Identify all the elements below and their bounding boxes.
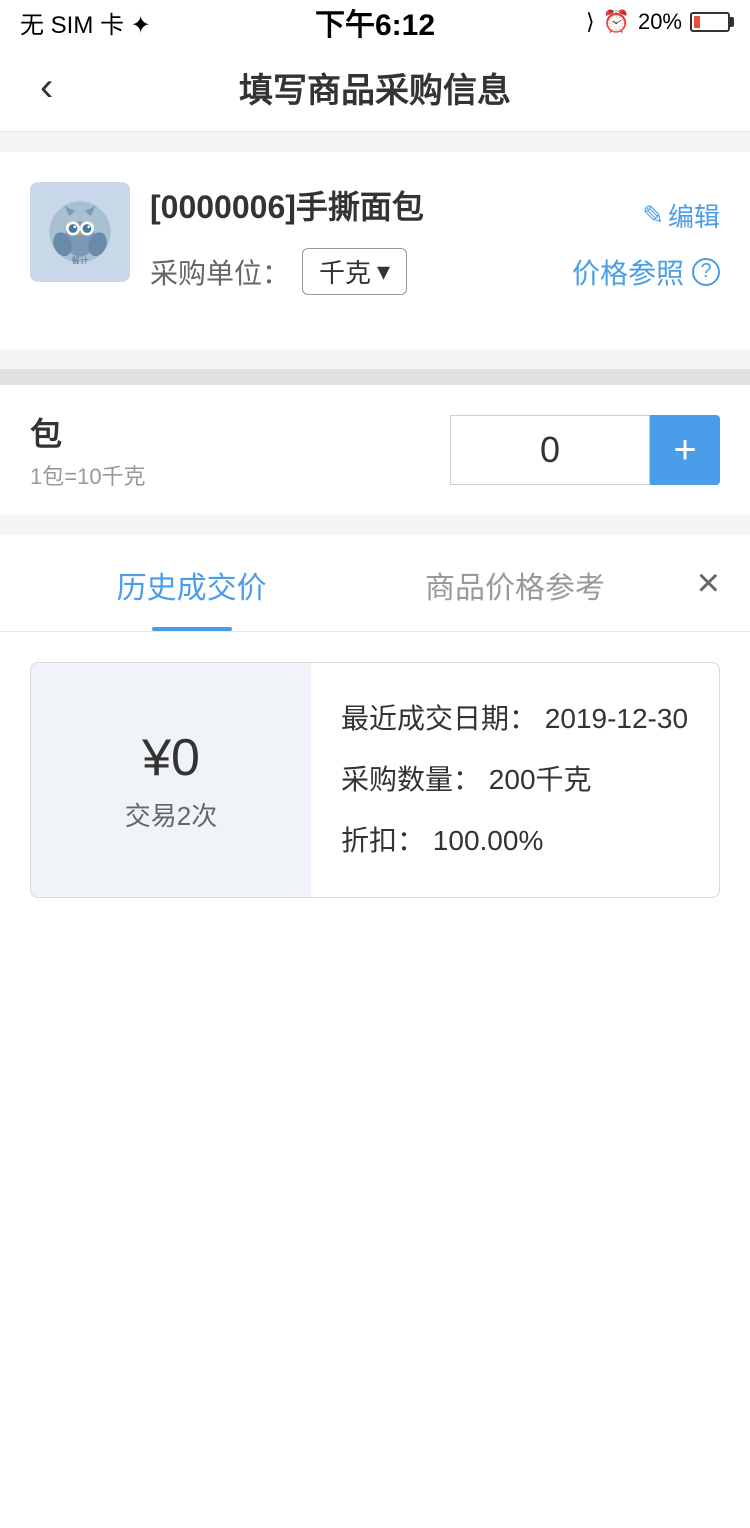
chevron-down-icon: ▾ xyxy=(377,256,390,287)
battery-percent: 20% xyxy=(638,9,682,35)
product-name-row: [0000006]手撕面包 ✎ 编辑 xyxy=(150,182,720,248)
price-right: 最近成交日期： 2019-12-30 采购数量： 200千克 折扣： 100.0… xyxy=(311,663,719,897)
product-image: 餐计 xyxy=(30,182,130,282)
divider-bar xyxy=(0,369,750,385)
product-logo: 餐计 xyxy=(45,197,115,267)
product-name: [0000006]手撕面包 xyxy=(150,182,424,228)
discount-label: 折扣： xyxy=(341,825,425,856)
empty-space xyxy=(0,928,750,1528)
unit-label: 包 xyxy=(30,409,146,455)
price-ref-label: 价格参照 xyxy=(572,252,684,292)
product-header: 餐计 [0000006]手撕面包 ✎ 编辑 采购单位： 千克 ▾ xyxy=(30,182,720,295)
page-title: 填写商品采购信息 xyxy=(239,63,511,112)
sim-status: 无 SIM 卡 ✦ xyxy=(20,5,151,40)
tab-close-button[interactable]: × xyxy=(677,551,720,616)
product-card: 餐计 [0000006]手撕面包 ✎ 编辑 采购单位： 千克 ▾ xyxy=(0,152,750,349)
quantity-detail-value: 200千克 xyxy=(489,764,592,795)
unit-value: 千克 xyxy=(319,253,371,290)
product-info: [0000006]手撕面包 ✎ 编辑 采购单位： 千克 ▾ 价格参照 ? xyxy=(150,182,720,295)
bottom-section: 历史成交价 商品价格参考 × ¥0 交易2次 最近成交日期： 2019-12-3… xyxy=(0,535,750,1528)
edit-icon: ✎ xyxy=(642,200,664,231)
unit-convert: 1包=10千克 xyxy=(30,459,146,491)
price-card: ¥0 交易2次 最近成交日期： 2019-12-30 采购数量： 200千克 折… xyxy=(30,662,720,898)
svg-text:餐计: 餐计 xyxy=(71,255,89,266)
purchase-unit-left: 采购单位： 千克 ▾ xyxy=(150,248,407,295)
unit-select[interactable]: 千克 ▾ xyxy=(302,248,407,295)
nav-bar: ‹ 填写商品采购信息 xyxy=(0,44,750,132)
discount-row: 折扣： 100.00% xyxy=(341,819,689,864)
recent-date-label: 最近成交日期： xyxy=(341,703,537,734)
price-ref-button[interactable]: 价格参照 ? xyxy=(572,252,720,292)
quantity-row: 包 1包=10千克 0 + xyxy=(0,385,750,515)
tabs-row: 历史成交价 商品价格参考 × xyxy=(0,535,750,632)
price-left: ¥0 交易2次 xyxy=(31,663,311,897)
location-icon: ⟩ xyxy=(586,9,595,35)
alarm-icon: ⏰ xyxy=(603,9,630,35)
back-button[interactable]: ‹ xyxy=(30,55,63,120)
status-right: ⟩ ⏰ 20% xyxy=(586,9,730,35)
status-left: 无 SIM 卡 ✦ xyxy=(20,5,151,40)
price-amount: ¥0 xyxy=(142,728,200,788)
edit-button[interactable]: ✎ 编辑 xyxy=(642,197,720,234)
battery-icon xyxy=(690,12,730,32)
quantity-input[interactable]: 0 xyxy=(450,415,650,485)
purchase-unit-row: 采购单位： 千克 ▾ 价格参照 ? xyxy=(150,248,720,295)
tab-history-price[interactable]: 历史成交价 xyxy=(30,535,353,631)
transaction-count: 交易2次 xyxy=(125,796,217,833)
quantity-label: 包 1包=10千克 xyxy=(30,409,146,491)
recent-date-row: 最近成交日期： 2019-12-30 xyxy=(341,697,689,742)
discount-value: 100.00% xyxy=(433,825,544,856)
status-time: 下午6:12 xyxy=(315,0,435,44)
quantity-plus-button[interactable]: + xyxy=(650,415,720,485)
quantity-control: 0 + xyxy=(450,415,720,485)
quantity-row-detail: 采购数量： 200千克 xyxy=(341,758,689,803)
quantity-detail-label: 采购数量： xyxy=(341,764,481,795)
history-content: ¥0 交易2次 最近成交日期： 2019-12-30 采购数量： 200千克 折… xyxy=(0,632,750,928)
status-bar: 无 SIM 卡 ✦ 下午6:12 ⟩ ⏰ 20% xyxy=(0,0,750,44)
recent-date-value: 2019-12-30 xyxy=(545,703,688,734)
help-icon: ? xyxy=(692,258,720,286)
purchase-unit-label: 采购单位： xyxy=(150,252,290,292)
tab-product-price-ref[interactable]: 商品价格参考 xyxy=(353,535,676,631)
